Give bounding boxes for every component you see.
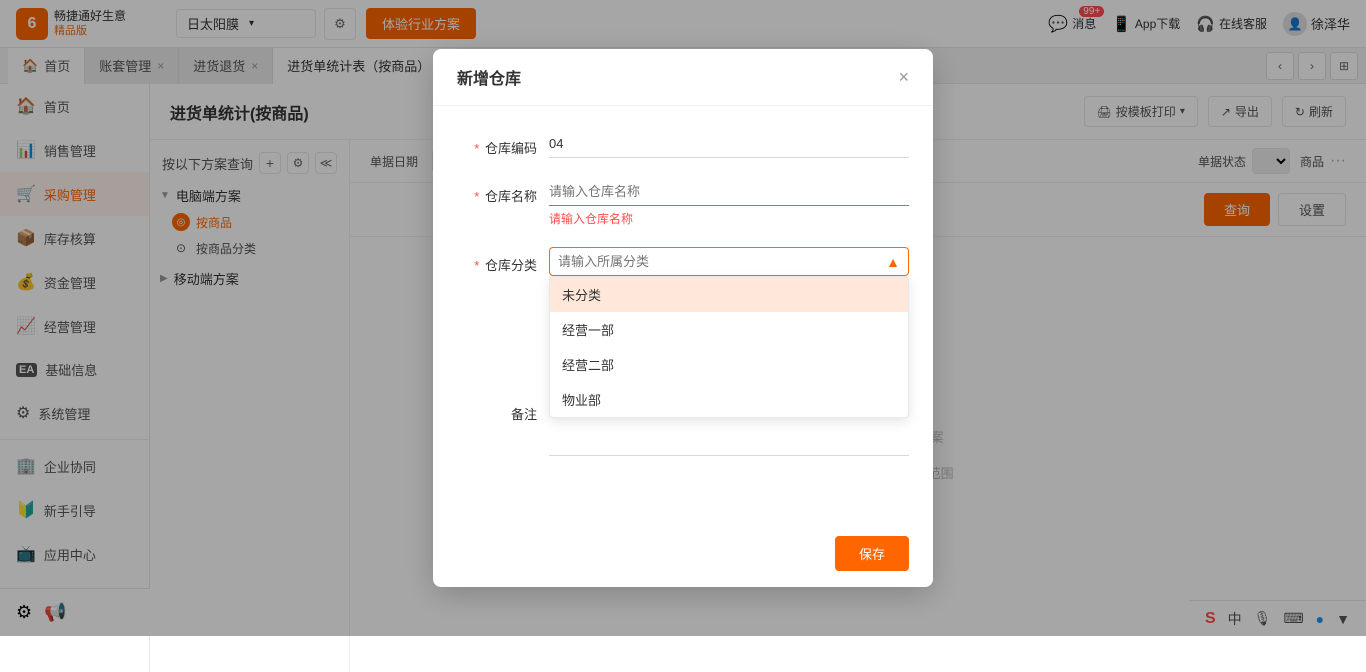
- form-row-code: * 仓库编码: [457, 130, 909, 158]
- code-control: [549, 130, 909, 158]
- category-input[interactable]: [558, 248, 886, 275]
- save-button[interactable]: 保存: [835, 536, 909, 571]
- modal-overlay[interactable]: 新增仓库 × * 仓库编码 * 仓库名称: [0, 0, 1366, 636]
- form-row-name: * 仓库名称 请输入仓库名称: [457, 178, 909, 227]
- category-label: * 仓库分类: [457, 247, 537, 274]
- modal-close-button[interactable]: ×: [898, 68, 909, 86]
- category-dropdown: 未分类 经营一部 经营二部 物业部: [549, 276, 909, 418]
- modal-footer: 保存: [433, 520, 933, 587]
- name-label: * 仓库名称: [457, 178, 537, 205]
- code-label: * 仓库编码: [457, 130, 537, 157]
- modal-body: * 仓库编码 * 仓库名称 请输入仓库名称: [433, 106, 933, 500]
- category-arrow-icon[interactable]: ▲: [886, 254, 900, 270]
- dropdown-item-ops2[interactable]: 经营二部: [550, 347, 908, 382]
- remarks-label: 备注: [457, 396, 537, 423]
- dropdown-item-uncategorized[interactable]: 未分类: [550, 277, 908, 312]
- name-error-msg: 请输入仓库名称: [549, 210, 909, 227]
- modal-header: 新增仓库 ×: [433, 49, 933, 106]
- category-input-wrapper: ▲: [549, 247, 909, 276]
- modal-title: 新增仓库: [457, 65, 521, 89]
- code-input[interactable]: [549, 130, 909, 158]
- dropdown-item-property[interactable]: 物业部: [550, 382, 908, 417]
- modal-new-warehouse: 新增仓库 × * 仓库编码 * 仓库名称: [433, 49, 933, 587]
- name-input[interactable]: [549, 178, 909, 206]
- name-control: 请输入仓库名称: [549, 178, 909, 227]
- form-row-category: * 仓库分类 ▲ 未分类 经营一部 经营二部 物业部: [457, 247, 909, 276]
- category-control: ▲ 未分类 经营一部 经营二部 物业部: [549, 247, 909, 276]
- dropdown-item-ops1[interactable]: 经营一部: [550, 312, 908, 347]
